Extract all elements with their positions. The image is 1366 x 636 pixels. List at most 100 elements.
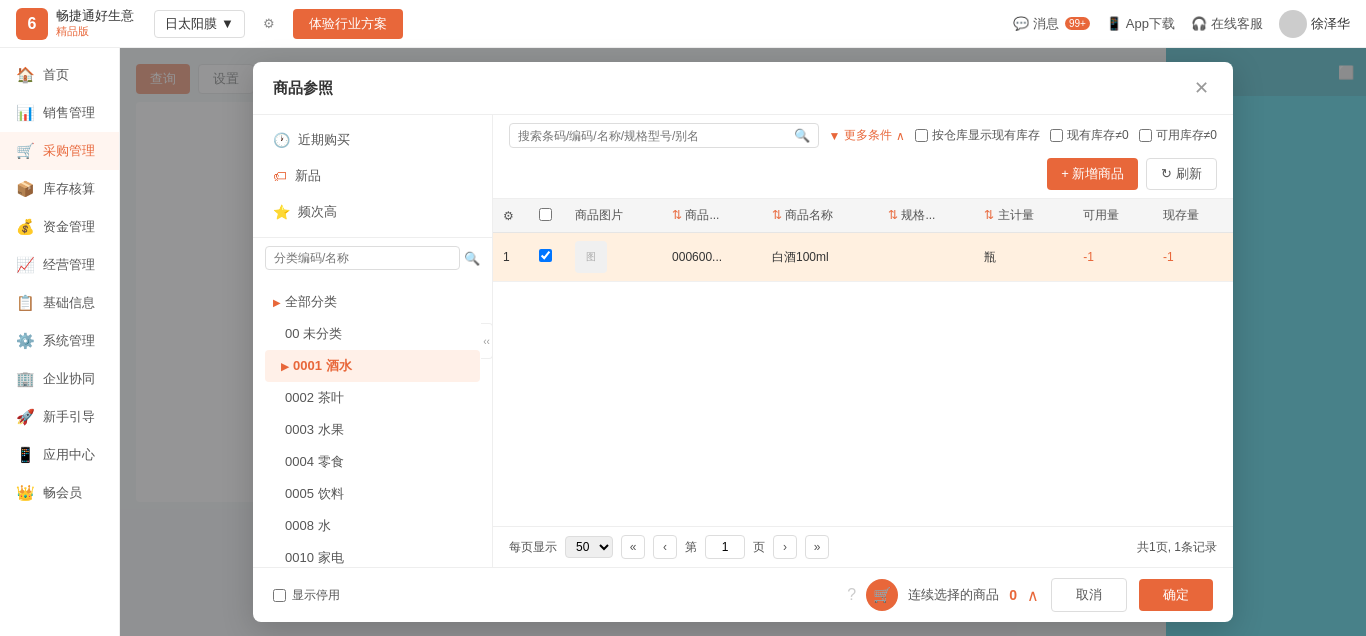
guide-icon: 🚀 — [16, 408, 35, 426]
col-name[interactable]: ⇅ 商品名称 — [762, 199, 878, 233]
modal-close-button[interactable]: ✕ — [1189, 76, 1213, 100]
page-number-input[interactable] — [705, 535, 745, 559]
enterprise-icon: 🏢 — [16, 370, 35, 388]
filter-icon: ▼ — [829, 129, 841, 143]
gear-icon[interactable]: ⚙ — [253, 8, 285, 40]
chevron-up-icon: ∧ — [896, 129, 905, 143]
sidebar-item-sales[interactable]: 📊 销售管理 — [0, 94, 119, 132]
modal-header: 商品参照 ✕ — [253, 62, 1233, 115]
sidebar-item-purchase[interactable]: 🛒 采购管理 — [0, 132, 119, 170]
filter-bar: 🔍 ▼ 更多条件 ∧ 按仓库显示现有库存 — [493, 115, 1233, 199]
confirm-button[interactable]: 确定 — [1139, 579, 1213, 611]
sidebar-item-finance[interactable]: 💰 资金管理 — [0, 208, 119, 246]
col-spec[interactable]: ⇅ 规格... — [878, 199, 974, 233]
page-label: 第 — [685, 539, 697, 556]
home-icon: 🏠 — [16, 66, 35, 84]
product-image: 图 — [575, 241, 607, 273]
warehouse-checkbox[interactable] — [915, 129, 928, 142]
sidebar-item-guide[interactable]: 🚀 新手引导 — [0, 398, 119, 436]
page-total-info: 共1页, 1条记录 — [1137, 539, 1217, 556]
recent-purchase-item[interactable]: 🕐 近期购买 — [265, 125, 480, 155]
active-triangle-icon: ▶ — [281, 361, 289, 372]
cancel-button[interactable]: 取消 — [1051, 578, 1127, 612]
new-product-item[interactable]: 🏷 新品 — [265, 161, 480, 191]
user-profile[interactable]: 徐泽华 — [1279, 10, 1350, 38]
category-search-icon[interactable]: 🔍 — [464, 251, 480, 266]
category-all[interactable]: ▶ 全部分类 — [265, 286, 480, 318]
cart-icon: 🛒 — [873, 586, 892, 604]
collapse-panel-button[interactable]: ‹‹ — [481, 323, 493, 359]
row-name: 白酒100ml — [762, 233, 878, 282]
top-navigation: 6 畅捷通好生意 精品版 日太阳膜 ▼ ⚙ 体验行业方案 💬 消息 99+ 📱 … — [0, 0, 1366, 48]
last-page-icon: » — [814, 540, 821, 554]
category-00[interactable]: 00 未分类 — [265, 318, 480, 350]
refresh-button[interactable]: ↻ 刷新 — [1146, 158, 1217, 190]
available-checkbox[interactable] — [1050, 129, 1063, 142]
category-0005[interactable]: 0005 饮料 — [265, 478, 480, 510]
prev-page-button[interactable]: ‹ — [653, 535, 677, 559]
app-download-nav[interactable]: 📱 App下载 — [1106, 15, 1175, 33]
mobile-icon: 📱 — [1106, 16, 1122, 31]
sidebar-item-enterprise[interactable]: 🏢 企业协同 — [0, 360, 119, 398]
avatar — [1279, 10, 1307, 38]
cart-area: ? 🛒 连续选择的商品 0 ∧ — [847, 579, 1039, 611]
product-table-area: ⚙ 商品图片 — [493, 199, 1233, 526]
headset-icon: 🎧 — [1191, 16, 1207, 31]
messages-nav[interactable]: 💬 消息 99+ — [1013, 15, 1090, 33]
row-select-checkbox[interactable] — [539, 249, 552, 262]
show-disabled-checkbox[interactable] — [273, 589, 286, 602]
sidebar-item-operation[interactable]: 📈 经营管理 — [0, 246, 119, 284]
sidebar-item-appcenter[interactable]: 📱 应用中心 — [0, 436, 119, 474]
next-page-button[interactable]: › — [773, 535, 797, 559]
sidebar-item-basic[interactable]: 📋 基础信息 — [0, 284, 119, 322]
first-page-button[interactable]: « — [621, 535, 645, 559]
category-0004[interactable]: 0004 零食 — [265, 446, 480, 478]
cart-count: 0 — [1009, 587, 1017, 603]
add-product-button[interactable]: + 新增商品 — [1047, 158, 1138, 190]
col-code[interactable]: ⇅ 商品... — [662, 199, 762, 233]
sidebar-item-home[interactable]: 🏠 首页 — [0, 56, 119, 94]
sidebar-item-inventory[interactable]: 📦 库存核算 — [0, 170, 119, 208]
sidebar-item-system[interactable]: ⚙️ 系统管理 — [0, 322, 119, 360]
col-unit[interactable]: ⇅ 主计量 — [974, 199, 1073, 233]
nav-selector[interactable]: 日太阳膜 ▼ — [154, 10, 245, 38]
product-search-input[interactable] — [518, 129, 790, 143]
logo-sub: 精品版 — [56, 24, 134, 39]
logo-icon: 6 — [16, 8, 48, 40]
select-all-checkbox[interactable] — [539, 208, 552, 221]
trial-button[interactable]: 体验行业方案 — [293, 9, 403, 39]
next-page-icon: › — [783, 540, 787, 554]
last-page-button[interactable]: » — [805, 535, 829, 559]
category-0002[interactable]: 0002 茶叶 — [265, 382, 480, 414]
sidebar-item-member[interactable]: 👑 畅会员 — [0, 474, 119, 512]
table-row[interactable]: 1 图 000600... 白酒100ml 瓶 — [493, 233, 1233, 282]
more-conditions-button[interactable]: ▼ 更多条件 ∧ — [829, 127, 906, 144]
logo-name: 畅捷通好生意 — [56, 8, 134, 25]
product-search-box: 🔍 — [509, 123, 819, 148]
category-0001[interactable]: ▶ 0001 酒水 — [265, 350, 480, 382]
system-icon: ⚙️ — [16, 332, 35, 350]
cart-icon-button[interactable]: 🛒 — [866, 579, 898, 611]
modal-right-panel: 🔍 ▼ 更多条件 ∧ 按仓库显示现有库存 — [493, 115, 1233, 567]
category-search-input[interactable] — [265, 246, 460, 270]
category-list: ▶ 全部分类 00 未分类 ▶ 0001 酒水 0002 茶 — [253, 278, 492, 567]
help-icon[interactable]: ? — [847, 586, 856, 604]
frequent-item[interactable]: ⭐ 频次高 — [265, 197, 480, 227]
show-disabled-checkbox-label[interactable]: 显示停用 — [273, 587, 340, 604]
category-0003[interactable]: 0003 水果 — [265, 414, 480, 446]
row-checkbox[interactable] — [529, 233, 565, 282]
message-badge: 99+ — [1065, 17, 1090, 30]
category-0010[interactable]: 0010 家电 — [265, 542, 480, 567]
per-page-select[interactable]: 50 — [565, 536, 613, 558]
usable-stock-checkbox[interactable]: 可用库存≠0 — [1139, 127, 1217, 144]
col-stock: 现存量 — [1153, 199, 1233, 233]
warehouse-display-checkbox[interactable]: 按仓库显示现有库存 — [915, 127, 1040, 144]
search-icon[interactable]: 🔍 — [794, 128, 810, 143]
collapse-cart-button[interactable]: ∧ — [1027, 586, 1039, 605]
usable-checkbox[interactable] — [1139, 129, 1152, 142]
available-stock-checkbox[interactable]: 现有库存≠0 — [1050, 127, 1128, 144]
col-settings[interactable]: ⚙ — [493, 199, 529, 233]
prev-page-icon: ‹ — [663, 540, 667, 554]
category-0008[interactable]: 0008 水 — [265, 510, 480, 542]
online-service-nav[interactable]: 🎧 在线客服 — [1191, 15, 1263, 33]
